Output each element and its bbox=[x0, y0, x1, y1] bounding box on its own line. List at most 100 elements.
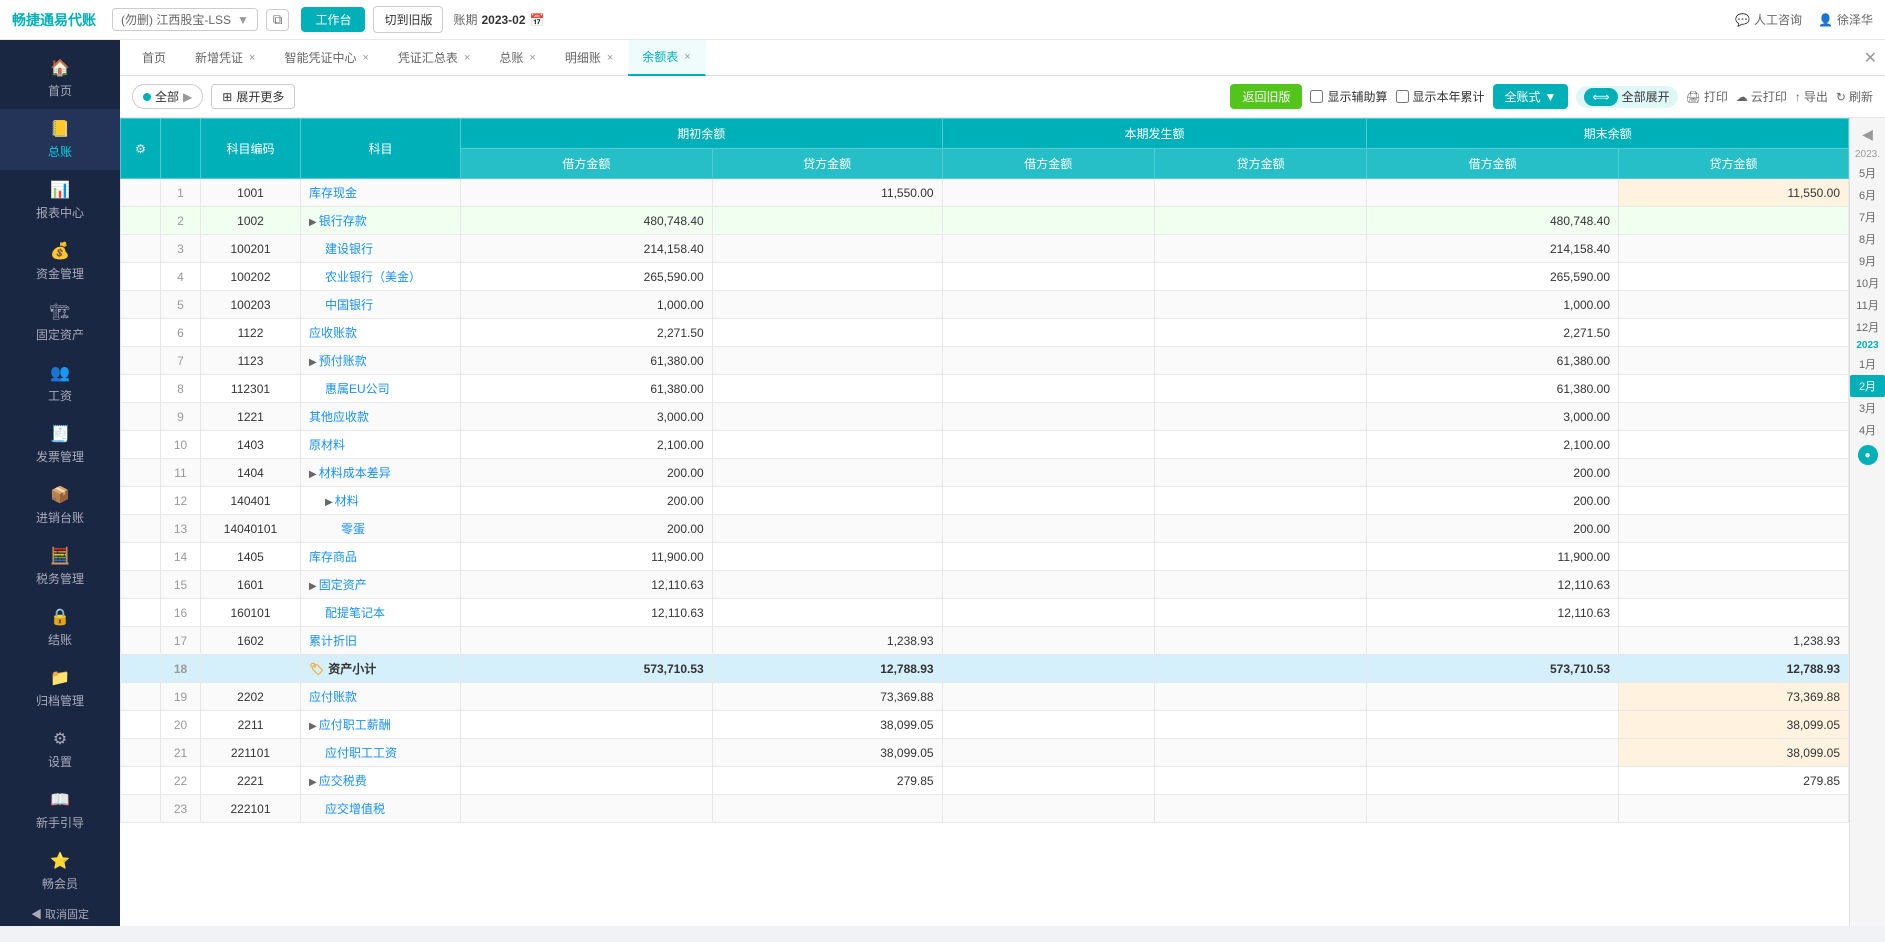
row-name[interactable]: 其他应收款 bbox=[301, 403, 461, 431]
sidebar-item-settings[interactable]: ⚙ 设置 bbox=[0, 719, 120, 780]
account-link[interactable]: 银行存款 bbox=[319, 214, 367, 228]
row-name[interactable]: ▶银行存款 bbox=[301, 207, 461, 235]
account-link[interactable]: 农业银行（美金） bbox=[325, 270, 421, 284]
row-name[interactable]: 原材料 bbox=[301, 431, 461, 459]
row-settings-icon[interactable] bbox=[121, 711, 161, 739]
row-settings-icon[interactable] bbox=[121, 655, 161, 683]
refresh-button[interactable]: ↻ 刷新 bbox=[1836, 88, 1873, 105]
right-panel-dot[interactable]: ● bbox=[1858, 445, 1878, 465]
cloud-print-button[interactable]: ☁ 云打印 bbox=[1736, 88, 1787, 105]
copy-button[interactable]: ⧉ bbox=[266, 9, 290, 31]
tab-voucher-summary[interactable]: 凭证汇总表 × bbox=[384, 40, 485, 76]
month-11[interactable]: 11月 bbox=[1850, 294, 1885, 316]
sidebar-item-purchase[interactable]: 📦 进销台账 bbox=[0, 475, 120, 536]
row-name[interactable]: 应付账款 bbox=[301, 683, 461, 711]
month-12[interactable]: 12月 bbox=[1850, 316, 1885, 338]
tab-voucher-summary-close[interactable]: × bbox=[464, 52, 470, 64]
row-settings-icon[interactable] bbox=[121, 291, 161, 319]
row-name[interactable]: ▶应付职工薪酬 bbox=[301, 711, 461, 739]
row-settings-icon[interactable] bbox=[121, 627, 161, 655]
row-settings-icon[interactable] bbox=[121, 487, 161, 515]
row-settings-icon[interactable] bbox=[121, 347, 161, 375]
show-ytd-checkbox[interactable] bbox=[1396, 90, 1409, 103]
row-settings-icon[interactable] bbox=[121, 515, 161, 543]
month-10[interactable]: 10月 bbox=[1850, 272, 1885, 294]
export-button[interactable]: ↑ 导出 bbox=[1795, 88, 1828, 105]
row-name[interactable]: ▶材料成本差异 bbox=[301, 459, 461, 487]
tab-balance[interactable]: 余额表 × bbox=[628, 40, 705, 76]
sidebar-item-home[interactable]: 🏠 首页 bbox=[0, 48, 120, 109]
print-button[interactable]: 🖨 打印 bbox=[1686, 88, 1728, 105]
account-link[interactable]: 原材料 bbox=[309, 438, 345, 452]
account-link[interactable]: 惠属EU公司 bbox=[325, 382, 390, 396]
row-name[interactable]: ▶应交税费 bbox=[301, 767, 461, 795]
row-name[interactable]: 库存现金 bbox=[301, 179, 461, 207]
tab-ledger[interactable]: 总账 × bbox=[485, 40, 550, 76]
tab-new-voucher-close[interactable]: × bbox=[249, 52, 255, 64]
row-settings-icon[interactable] bbox=[121, 375, 161, 403]
sidebar-item-ledger[interactable]: 📒 总账 bbox=[0, 109, 120, 170]
tab-detail[interactable]: 明细账 × bbox=[551, 40, 628, 76]
account-link[interactable]: 应交税费 bbox=[319, 774, 367, 788]
row-settings-icon[interactable] bbox=[121, 543, 161, 571]
row-name[interactable]: 库存商品 bbox=[301, 543, 461, 571]
user-menu[interactable]: 👤 徐泽华 bbox=[1818, 11, 1873, 28]
tab-smart-voucher-close[interactable]: × bbox=[362, 52, 368, 64]
row-name[interactable]: ▶固定资产 bbox=[301, 571, 461, 599]
row-name[interactable]: 配提笔记本 bbox=[301, 599, 461, 627]
unpin-btn[interactable]: ◀ 取消固定 bbox=[27, 902, 93, 926]
sidebar-item-assets[interactable]: 💰 资金管理 bbox=[0, 231, 120, 292]
account-link[interactable]: 库存现金 bbox=[309, 186, 357, 200]
row-settings-icon[interactable] bbox=[121, 571, 161, 599]
filter-button[interactable]: 全部 ▶ bbox=[132, 84, 203, 109]
account-link[interactable]: 应收账款 bbox=[309, 326, 357, 340]
account-link[interactable]: 材料成本差异 bbox=[319, 466, 391, 480]
row-name[interactable]: 零蛋 bbox=[301, 515, 461, 543]
row-settings-icon[interactable] bbox=[121, 179, 161, 207]
sidebar-item-payroll[interactable]: 👥 工资 bbox=[0, 353, 120, 414]
row-settings-icon[interactable] bbox=[121, 795, 161, 823]
sidebar-item-archive[interactable]: 📁 归档管理 bbox=[0, 658, 120, 719]
sidebar-item-reports[interactable]: 📊 报表中心 bbox=[0, 170, 120, 231]
tab-ledger-close[interactable]: × bbox=[529, 52, 535, 64]
account-link[interactable]: 应付账款 bbox=[309, 690, 357, 704]
row-name[interactable]: 累计折旧 bbox=[301, 627, 461, 655]
account-link[interactable]: 库存商品 bbox=[309, 550, 357, 564]
row-settings-icon[interactable] bbox=[121, 459, 161, 487]
format-button[interactable]: 全账式 ▼ bbox=[1493, 84, 1569, 109]
tab-new-voucher[interactable]: 新增凭证 × bbox=[181, 40, 270, 76]
tab-smart-voucher[interactable]: 智能凭证中心 × bbox=[270, 40, 383, 76]
month-5[interactable]: 5月 bbox=[1850, 162, 1885, 184]
consult-button[interactable]: 💬 人工咨询 bbox=[1735, 11, 1802, 28]
sidebar-item-invoice[interactable]: 🧾 发票管理 bbox=[0, 414, 120, 475]
period-calendar-icon[interactable]: 📅 bbox=[530, 13, 545, 27]
row-settings-icon[interactable] bbox=[121, 403, 161, 431]
row-name[interactable]: 建设银行 bbox=[301, 235, 461, 263]
account-link[interactable]: 配提笔记本 bbox=[325, 606, 385, 620]
tab-home[interactable]: 首页 bbox=[128, 40, 181, 76]
account-link[interactable]: 预付账款 bbox=[319, 354, 367, 368]
month-9[interactable]: 9月 bbox=[1850, 250, 1885, 272]
row-settings-icon[interactable] bbox=[121, 235, 161, 263]
row-settings-icon[interactable] bbox=[121, 319, 161, 347]
account-link[interactable]: 累计折旧 bbox=[309, 634, 357, 648]
account-link[interactable]: 应付职工薪酬 bbox=[319, 718, 391, 732]
row-name[interactable]: ▶材料 bbox=[301, 487, 461, 515]
row-name[interactable]: 应付职工工资 bbox=[301, 739, 461, 767]
close-all-tabs-button[interactable]: ✕ bbox=[1864, 48, 1877, 68]
sidebar-item-fixed-assets[interactable]: 🏗 固定资产 bbox=[0, 292, 120, 353]
tab-balance-close[interactable]: × bbox=[684, 51, 690, 63]
workbench-button[interactable]: 工作台 bbox=[301, 7, 365, 32]
row-name[interactable]: 应收账款 bbox=[301, 319, 461, 347]
expand-all-button[interactable]: ⟺ bbox=[1584, 88, 1617, 106]
account-link[interactable]: 固定资产 bbox=[319, 578, 367, 592]
expand-button[interactable]: ⊞ 展开更多 bbox=[211, 84, 295, 109]
return-old-version-button[interactable]: 返回旧版 bbox=[1230, 84, 1302, 109]
row-settings-icon[interactable] bbox=[121, 263, 161, 291]
tab-detail-close[interactable]: × bbox=[607, 52, 613, 64]
row-name[interactable]: 🏷资产小计 bbox=[301, 655, 461, 683]
account-link[interactable]: 建设银行 bbox=[325, 242, 373, 256]
row-settings-icon[interactable] bbox=[121, 207, 161, 235]
account-link[interactable]: 零蛋 bbox=[341, 522, 365, 536]
month-6[interactable]: 6月 bbox=[1850, 184, 1885, 206]
